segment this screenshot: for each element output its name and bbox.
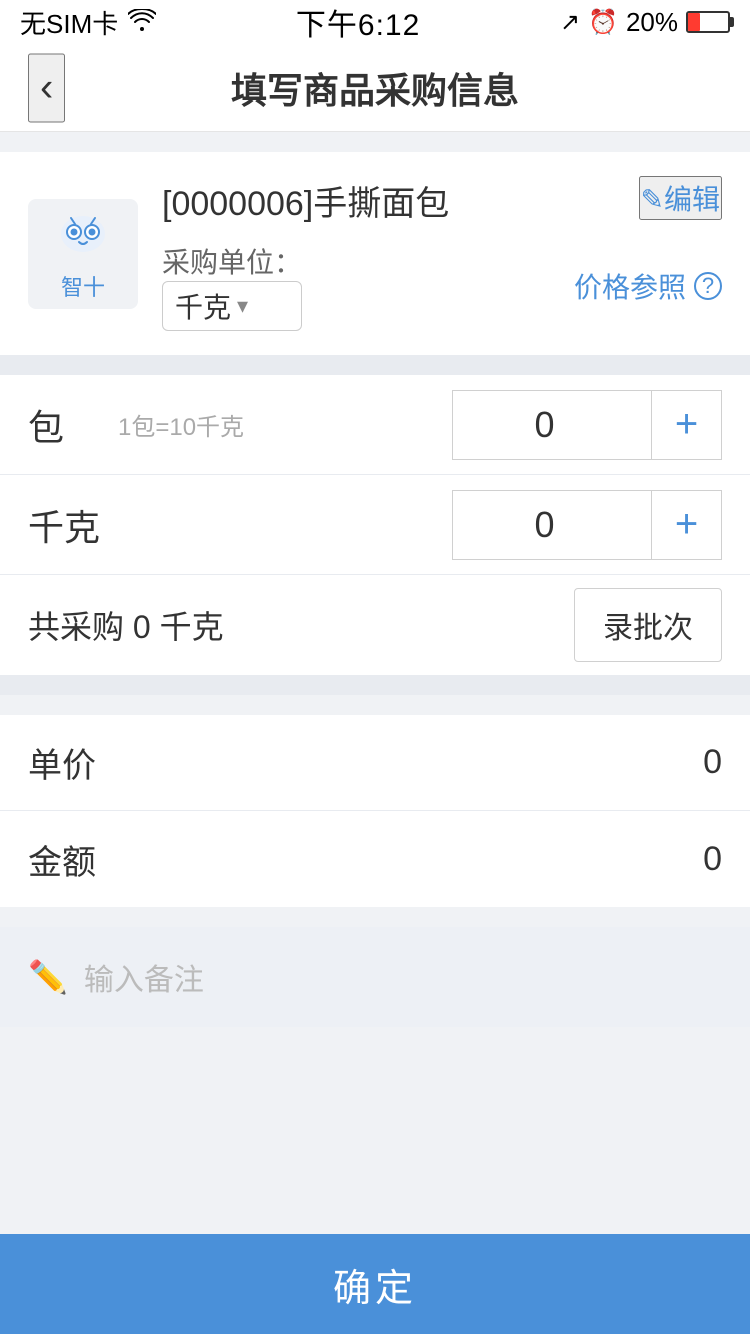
bag-qty-wrap: + [452, 390, 722, 460]
bag-qty-input[interactable] [452, 390, 652, 460]
status-time: 下午6:12 [296, 0, 420, 44]
bag-plus-button[interactable]: + [652, 390, 722, 460]
wifi-icon [128, 7, 156, 38]
battery-percent: 20% [626, 7, 678, 38]
carrier-label: 无SIM卡 [20, 4, 118, 41]
product-image: 智十 [28, 199, 138, 309]
location-icon: ↗ [560, 8, 580, 37]
bag-label: 包 [28, 399, 108, 451]
battery-icon [686, 11, 730, 33]
back-button[interactable]: ‹ [28, 53, 65, 122]
section-divider-2 [0, 675, 750, 695]
unit-price-value: 0 [128, 743, 722, 782]
nav-bar: ‹ 填写商品采购信息 [0, 44, 750, 132]
kg-qty-wrap: + [452, 490, 722, 560]
alarm-icon: ⏰ [588, 8, 618, 37]
summary-row: 共采购 0 千克 录批次 [0, 575, 750, 675]
product-name: [0000006]手撕面包 [162, 176, 449, 225]
summary-amount: 0 [133, 609, 151, 645]
amount-value: 0 [128, 840, 722, 879]
amount-label: 金额 [28, 835, 128, 884]
section-divider-1 [0, 355, 750, 375]
status-bar: 无SIM卡 下午6:12 ↗ ⏰ 20% [0, 0, 750, 44]
note-placeholder: 输入备注 [84, 955, 204, 999]
bag-input-row: 包 1包=10千克 + [0, 375, 750, 475]
unit-select[interactable]: 千克 ▾ [162, 281, 302, 331]
help-icon: ? [694, 272, 722, 300]
amount-row: 金额 0 [0, 811, 750, 907]
kg-plus-button[interactable]: + [652, 490, 722, 560]
unit-label: 采购单位： 千克 ▾ [162, 241, 302, 331]
unit-price-row: 单价 0 [0, 715, 750, 811]
bag-input-section: 包 1包=10千克 + 千克 + 共采购 0 千克 录批次 [0, 375, 750, 675]
kg-label: 千克 [28, 499, 108, 551]
summary-text: 共采购 0 千克 [28, 602, 574, 648]
status-right: ↗ ⏰ 20% [560, 7, 730, 38]
kg-input-row: 千克 + [0, 475, 750, 575]
page-title: 填写商品采购信息 [231, 62, 519, 114]
info-section: 单价 0 金额 0 [0, 715, 750, 907]
batch-button[interactable]: 录批次 [574, 588, 722, 662]
product-card: 智十 [0000006]手撕面包 ✎编辑 采购单位： 千克 ▾ 价格参照 [0, 152, 750, 355]
bag-sublabel: 1包=10千克 [118, 407, 244, 442]
price-ref-button[interactable]: 价格参照 ? [574, 266, 722, 306]
note-section[interactable]: ✏️ 输入备注 [0, 927, 750, 1027]
pencil-icon: ✏️ [28, 958, 68, 996]
edit-button[interactable]: ✎编辑 [639, 176, 722, 220]
unit-price-label: 单价 [28, 738, 128, 787]
confirm-button[interactable]: 确定 [0, 1234, 750, 1334]
product-logo-label: 智十 [61, 270, 105, 302]
kg-qty-input[interactable] [452, 490, 652, 560]
status-left: 无SIM卡 [20, 4, 156, 41]
product-info: [0000006]手撕面包 ✎编辑 采购单位： 千克 ▾ 价格参照 ? [162, 176, 722, 331]
product-logo-icon [53, 206, 113, 266]
chevron-down-icon: ▾ [237, 293, 248, 319]
